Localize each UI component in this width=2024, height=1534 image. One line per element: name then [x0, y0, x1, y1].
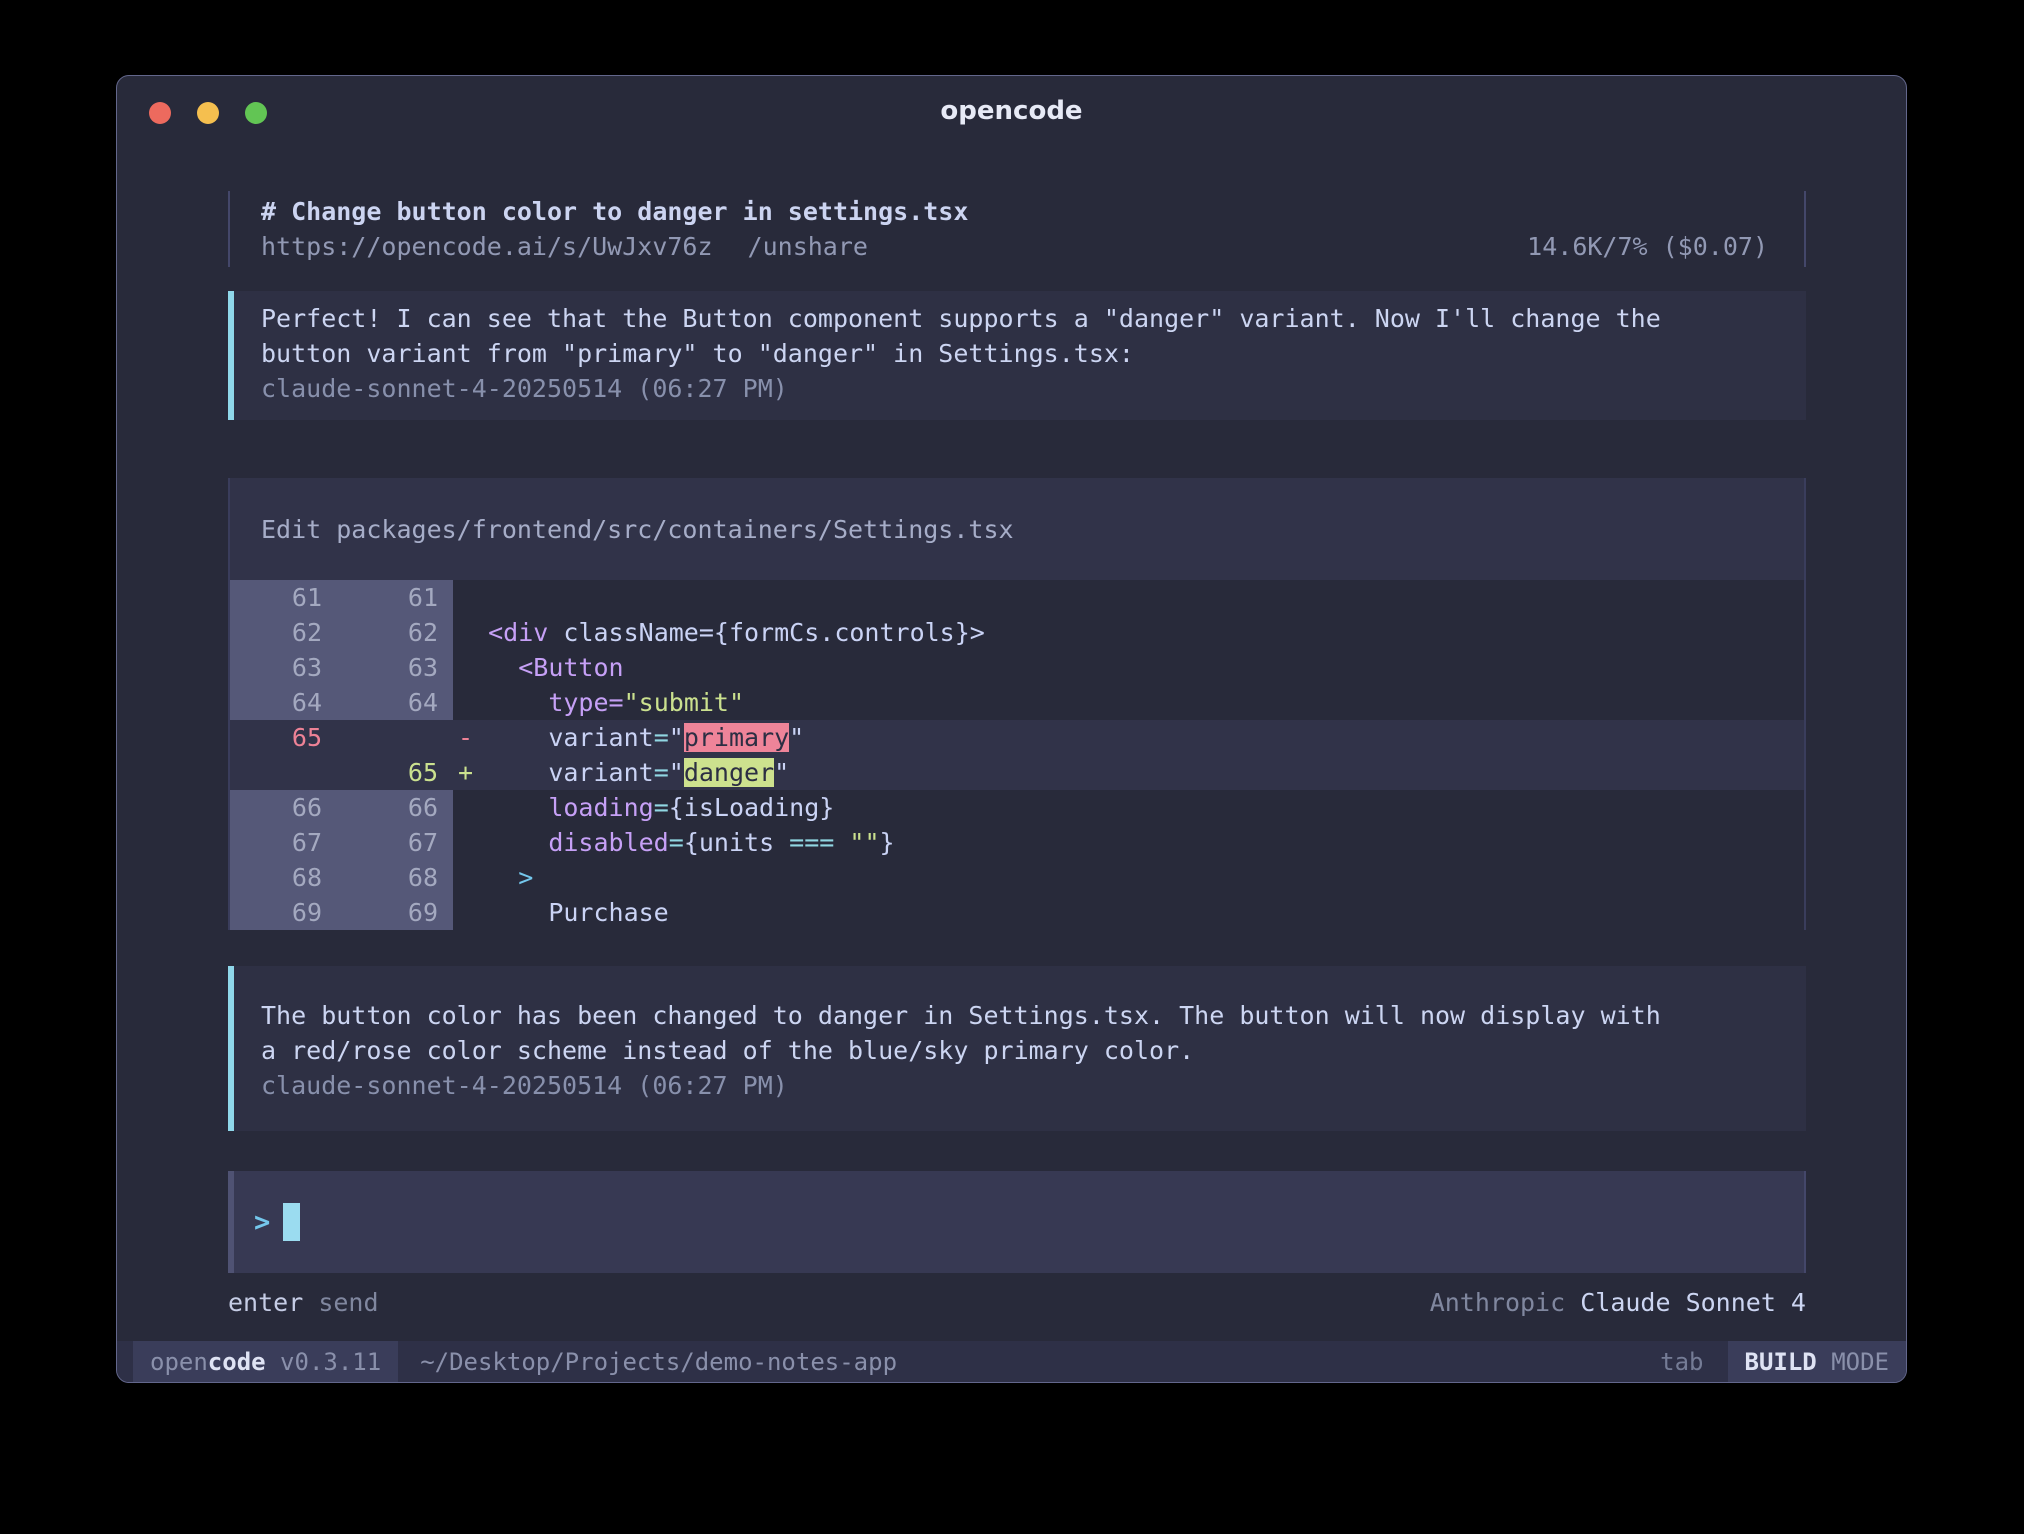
tab-key-hint: tab: [1660, 1341, 1703, 1382]
line-number-old: [230, 755, 334, 790]
main-content: # Change button color to danger in setti…: [117, 191, 1906, 1320]
send-hint: send: [303, 1285, 378, 1320]
diff-code-line: <Button: [458, 650, 624, 685]
assistant-message: The button color has been changed to dan…: [228, 966, 1806, 1131]
app-name-code: code: [208, 1348, 266, 1376]
model-label: Claude Sonnet 4: [1580, 1285, 1806, 1320]
diff-row: 65+ variant="danger": [230, 755, 1804, 790]
diff-row: 6161: [230, 580, 1804, 615]
line-number-old: 69: [230, 895, 334, 930]
line-number-new: 69: [334, 895, 453, 930]
unshare-command[interactable]: /unshare: [748, 229, 868, 264]
line-number-new: 62: [334, 615, 453, 650]
window-title: opencode: [117, 76, 1906, 146]
diff-marker: -: [458, 723, 473, 752]
diff-marker: [458, 688, 473, 717]
session-header: # Change button color to danger in setti…: [228, 191, 1806, 267]
message-text: The button color has been changed to dan…: [261, 998, 1776, 1033]
message-model-timestamp: claude-sonnet-4-20250514 (06:27 PM): [261, 371, 1776, 406]
message-text: a red/rose color scheme instead of the b…: [261, 1033, 1776, 1068]
session-title: # Change button color to danger in setti…: [261, 194, 1768, 229]
diff-code-line: <div className={formCs.controls}>: [458, 615, 985, 650]
line-number-old: 67: [230, 825, 334, 860]
diff-row: 6262 <div className={formCs.controls}>: [230, 615, 1804, 650]
edit-tool-title: Edit packages/frontend/src/containers/Se…: [230, 478, 1804, 580]
line-number-new: 64: [334, 685, 453, 720]
diff-row: 6969 Purchase: [230, 895, 1804, 930]
diff-code-line: Purchase: [458, 895, 669, 930]
prompt-hint-row: enter send Anthropic Claude Sonnet 4: [228, 1285, 1806, 1320]
diff-code-line: >: [458, 860, 533, 895]
line-number-new: [334, 720, 453, 755]
line-number-new: 66: [334, 790, 453, 825]
text-cursor: [283, 1203, 300, 1241]
share-url-link[interactable]: https://opencode.ai/s/UwJxv76z: [261, 229, 713, 264]
diff-marker: +: [458, 758, 473, 787]
line-number-new: 68: [334, 860, 453, 895]
diff-view: 6161 6262 <div className={formCs.control…: [230, 580, 1804, 930]
titlebar: opencode: [117, 76, 1906, 146]
line-number-old: 62: [230, 615, 334, 650]
diff-code-line: [458, 580, 473, 615]
assistant-message: Perfect! I can see that the Button compo…: [228, 291, 1806, 420]
diff-code-line: + variant="danger": [458, 755, 789, 790]
app-version-chip: opencode v0.3.11: [133, 1341, 398, 1382]
diff-row: 6767 disabled={units === ""}: [230, 825, 1804, 860]
line-number-old: 66: [230, 790, 334, 825]
diff-row: 6363 <Button: [230, 650, 1804, 685]
diff-row: 65 - variant="primary": [230, 720, 1804, 755]
diff-marker: [458, 618, 473, 647]
diff-row: 6666 loading={isLoading}: [230, 790, 1804, 825]
opencode-window: opencode # Change button color to danger…: [116, 75, 1907, 1383]
diff-row: 6464 type="submit": [230, 685, 1804, 720]
diff-row: 6868 >: [230, 860, 1804, 895]
line-number-old: 61: [230, 580, 334, 615]
app-name-open: open: [150, 1348, 208, 1376]
line-number-old: 63: [230, 650, 334, 685]
message-model-timestamp: claude-sonnet-4-20250514 (06:27 PM): [261, 1068, 1776, 1103]
line-number-old: 68: [230, 860, 334, 895]
diff-marker: [458, 583, 473, 612]
working-directory: ~/Desktop/Projects/demo-notes-app: [420, 1341, 897, 1382]
line-number-old: 65: [230, 720, 334, 755]
mode-indicator-chip: BUILD MODE: [1728, 1341, 1907, 1382]
enter-key-hint: enter: [228, 1285, 303, 1320]
message-text: Perfect! I can see that the Button compo…: [261, 301, 1776, 336]
diff-code-line: disabled={units === ""}: [458, 825, 895, 860]
diff-marker: [458, 793, 473, 822]
line-number-old: 64: [230, 685, 334, 720]
provider-label: Anthropic: [1430, 1285, 1581, 1320]
mode-name: BUILD: [1745, 1348, 1817, 1376]
app-version: v0.3.11: [266, 1348, 382, 1376]
line-number-new: 65: [334, 755, 453, 790]
line-number-new: 61: [334, 580, 453, 615]
diff-marker: [458, 653, 473, 682]
message-text: button variant from "primary" to "danger…: [261, 336, 1776, 371]
diff-marker: [458, 898, 473, 927]
diff-code-line: - variant="primary": [458, 720, 804, 755]
line-number-new: 63: [334, 650, 453, 685]
context-usage-stats: 14.6K/7% ($0.07): [1527, 229, 1768, 264]
status-bar: opencode v0.3.11 ~/Desktop/Projects/demo…: [117, 1341, 1906, 1382]
diff-marker: [458, 828, 473, 857]
line-number-new: 67: [334, 825, 453, 860]
edit-tool-block: Edit packages/frontend/src/containers/Se…: [228, 478, 1806, 930]
mode-suffix: MODE: [1817, 1348, 1889, 1376]
diff-marker: [458, 863, 473, 892]
prompt-caret: >: [254, 1207, 270, 1238]
diff-code-line: type="submit": [458, 685, 744, 720]
diff-code-line: loading={isLoading}: [458, 790, 834, 825]
prompt-input[interactable]: >: [228, 1171, 1806, 1273]
